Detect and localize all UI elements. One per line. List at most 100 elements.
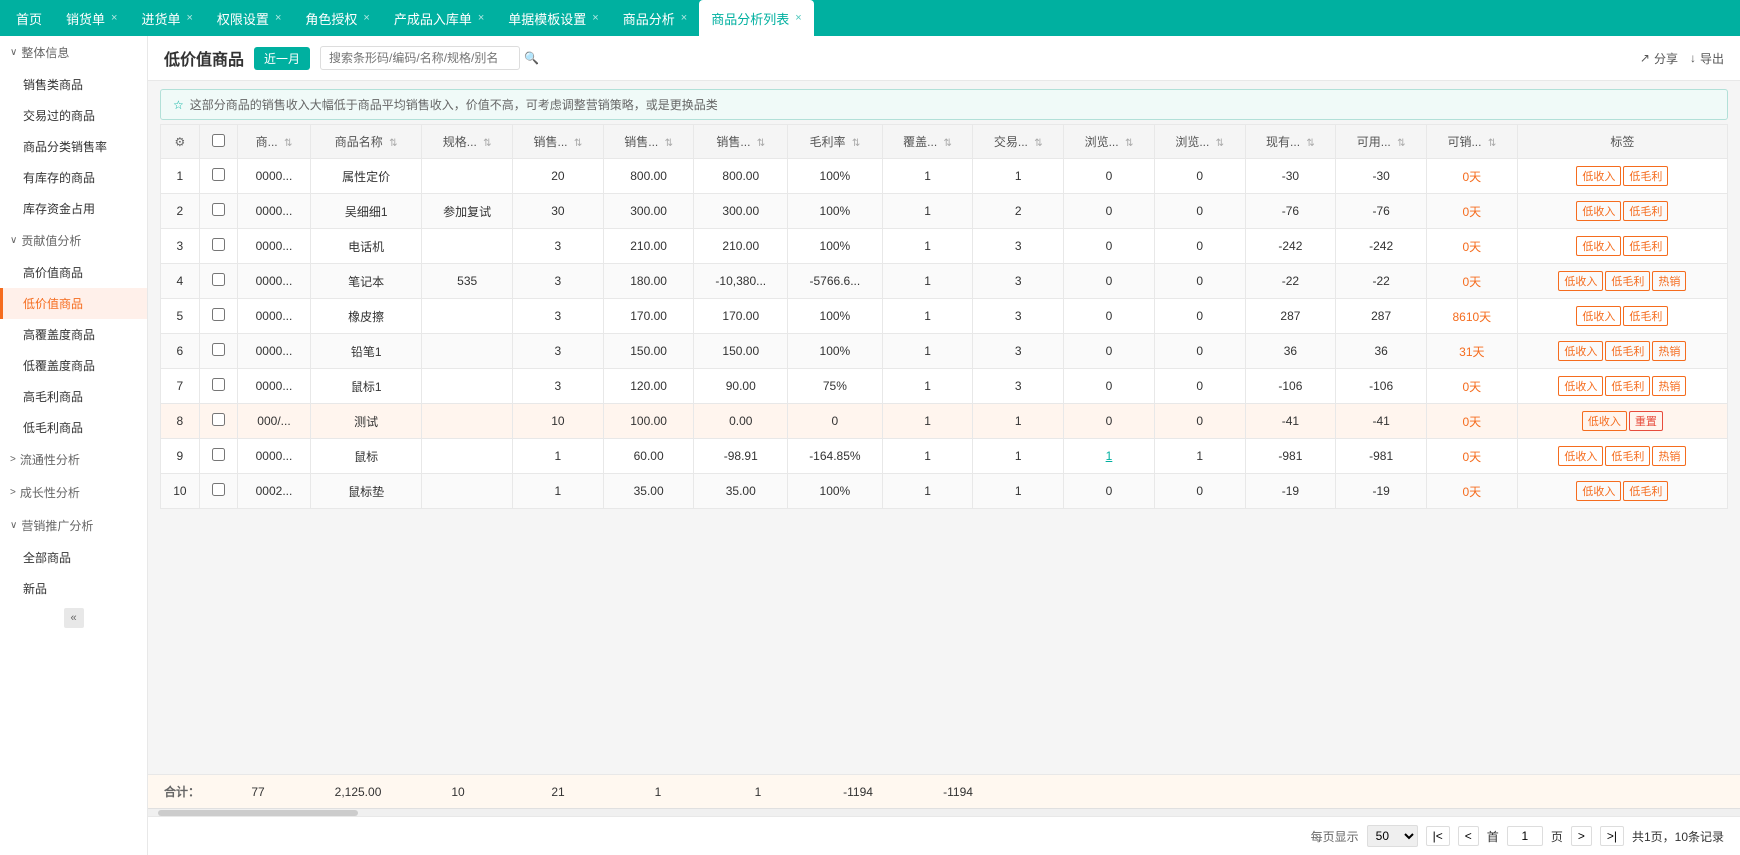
sidebar-item-低毛利商品[interactable]: 低毛利商品 (0, 412, 147, 443)
horizontal-scrollbar[interactable] (148, 808, 1740, 816)
nav-close-icon[interactable]: × (363, 12, 369, 24)
row-checkbox[interactable] (199, 404, 237, 439)
row-select-checkbox[interactable] (212, 308, 225, 321)
sidebar-item-新品[interactable]: 新品 (0, 573, 147, 604)
row-select-checkbox[interactable] (212, 238, 225, 251)
nav-close-icon[interactable]: × (275, 12, 281, 24)
page-size-select[interactable]: 50 100 (1367, 825, 1418, 847)
row-checkbox[interactable] (199, 334, 237, 369)
col-name[interactable]: 商品名称 ⇅ (311, 125, 422, 159)
search-input[interactable] (320, 46, 520, 70)
sidebar-group-贡献值分析[interactable]: ∨贡献值分析 (0, 224, 147, 257)
nav-item-单据模板设置[interactable]: 单据模板设置× (496, 0, 610, 36)
nav-item-权限设置[interactable]: 权限设置× (205, 0, 293, 36)
row-select-checkbox[interactable] (212, 203, 225, 216)
row-spec (422, 229, 513, 264)
col-sales-amount[interactable]: 销售... ⇅ (694, 125, 788, 159)
row-checkbox[interactable] (199, 264, 237, 299)
tag: 低毛利 (1605, 341, 1650, 361)
next-page-btn[interactable]: > (1571, 826, 1592, 846)
row-code: 000/... (237, 404, 310, 439)
sidebar-item-高价值商品[interactable]: 高价值商品 (0, 257, 147, 288)
row-margin: 0 (788, 404, 883, 439)
col-stock[interactable]: 现有... ⇅ (1245, 125, 1336, 159)
row-transaction: 3 (973, 299, 1064, 334)
sidebar-item-销售类商品[interactable]: 销售类商品 (0, 69, 147, 100)
sidebar-group-整体信息[interactable]: ∨整体信息 (0, 36, 147, 69)
col-coverage[interactable]: 覆盖... ⇅ (882, 125, 973, 159)
sidebar-item-商品分类销售率[interactable]: 商品分类销售率 (0, 131, 147, 162)
row-qty: 1 (513, 474, 604, 509)
nav-item-角色授权[interactable]: 角色授权× (293, 0, 381, 36)
sidebar-group-流通性分析[interactable]: >流通性分析 (0, 443, 147, 476)
nav-item-商品分析[interactable]: 商品分析× (611, 0, 699, 36)
nav-item-进货单[interactable]: 进货单× (129, 0, 204, 36)
col-available[interactable]: 可用... ⇅ (1336, 125, 1427, 159)
row-select-checkbox[interactable] (212, 483, 225, 496)
row-select-checkbox[interactable] (212, 378, 225, 391)
nav-item-首页[interactable]: 首页 (4, 0, 54, 36)
sidebar-item-有库存的商品[interactable]: 有库存的商品 (0, 162, 147, 193)
row-stock: -106 (1245, 369, 1336, 404)
period-button[interactable]: 近一月 (254, 47, 310, 70)
export-button[interactable]: ↓ 导出 (1690, 50, 1724, 67)
col-sales-price[interactable]: 销售... ⇅ (603, 125, 694, 159)
sidebar-item-高覆盖度商品[interactable]: 高覆盖度商品 (0, 319, 147, 350)
row-browse1[interactable]: 1 (1064, 439, 1155, 474)
row-select-checkbox[interactable] (212, 273, 225, 286)
last-page-btn[interactable]: >| (1600, 826, 1624, 846)
col-browse2[interactable]: 浏览... ⇅ (1154, 125, 1245, 159)
row-checkbox[interactable] (199, 369, 237, 404)
row-checkbox[interactable] (199, 159, 237, 194)
first-page-btn[interactable]: |< (1426, 826, 1450, 846)
nav-close-icon[interactable]: × (795, 12, 801, 24)
col-gear[interactable]: ⚙ (161, 125, 200, 159)
share-button[interactable]: ↗ 分享 (1640, 50, 1678, 67)
sidebar-group-成长性分析[interactable]: >成长性分析 (0, 476, 147, 509)
nav-item-产成品入库单[interactable]: 产成品入库单× (382, 0, 496, 36)
col-spec[interactable]: 规格... ⇅ (422, 125, 513, 159)
row-checkbox[interactable] (199, 439, 237, 474)
table-container[interactable]: ⚙ 商... ⇅ 商品名称 ⇅ 规格... ⇅ 销售... ⇅ 销售... ⇅ … (148, 124, 1740, 774)
row-checkbox[interactable] (199, 474, 237, 509)
col-transaction[interactable]: 交易... ⇅ (973, 125, 1064, 159)
nav-close-icon[interactable]: × (111, 12, 117, 24)
search-icon[interactable]: 🔍 (524, 51, 539, 65)
col-saleable[interactable]: 可销... ⇅ (1426, 125, 1517, 159)
row-select-checkbox[interactable] (212, 413, 225, 426)
nav-item-销货单[interactable]: 销货单× (54, 0, 129, 36)
col-code[interactable]: 商... ⇅ (237, 125, 310, 159)
summary-transaction: 21 (528, 785, 588, 799)
sidebar-item-低覆盖度商品[interactable]: 低覆盖度商品 (0, 350, 147, 381)
sidebar-item-高毛利商品[interactable]: 高毛利商品 (0, 381, 147, 412)
page-number-input[interactable] (1507, 826, 1543, 846)
scrollbar-thumb[interactable] (158, 810, 358, 816)
row-checkbox[interactable] (199, 194, 237, 229)
sidebar-item-低价值商品[interactable]: 低价值商品 (0, 288, 147, 319)
select-all-checkbox[interactable] (212, 134, 225, 147)
sidebar-item-交易过的商品[interactable]: 交易过的商品 (0, 100, 147, 131)
row-select-checkbox[interactable] (212, 343, 225, 356)
nav-close-icon[interactable]: × (478, 12, 484, 24)
nav-item-商品分析列表[interactable]: 商品分析列表× (699, 0, 813, 36)
col-gross-margin[interactable]: 毛利率 ⇅ (788, 125, 883, 159)
sidebar-item-库存资金占用[interactable]: 库存资金占用 (0, 193, 147, 224)
prev-page-btn[interactable]: < (1458, 826, 1479, 846)
sidebar-item-全部商品[interactable]: 全部商品 (0, 542, 147, 573)
table-row: 4 0000... 笔记本 535 3 180.00 -10,380... -5… (161, 264, 1728, 299)
sidebar-group-营销推广分析[interactable]: ∨营销推广分析 (0, 509, 147, 542)
row-tags: 低收入重置 (1517, 404, 1727, 439)
nav-close-icon[interactable]: × (186, 12, 192, 24)
nav-close-icon[interactable]: × (681, 12, 687, 24)
col-browse1[interactable]: 浏览... ⇅ (1064, 125, 1155, 159)
col-checkbox[interactable] (199, 125, 237, 159)
sidebar-collapse-btn[interactable]: « (64, 608, 84, 628)
row-checkbox[interactable] (199, 229, 237, 264)
row-checkbox[interactable] (199, 299, 237, 334)
nav-close-icon[interactable]: × (592, 12, 598, 24)
row-num: 8 (161, 404, 200, 439)
row-select-checkbox[interactable] (212, 448, 225, 461)
row-select-checkbox[interactable] (212, 168, 225, 181)
gear-icon[interactable]: ⚙ (174, 135, 185, 149)
col-sales-qty[interactable]: 销售... ⇅ (513, 125, 604, 159)
